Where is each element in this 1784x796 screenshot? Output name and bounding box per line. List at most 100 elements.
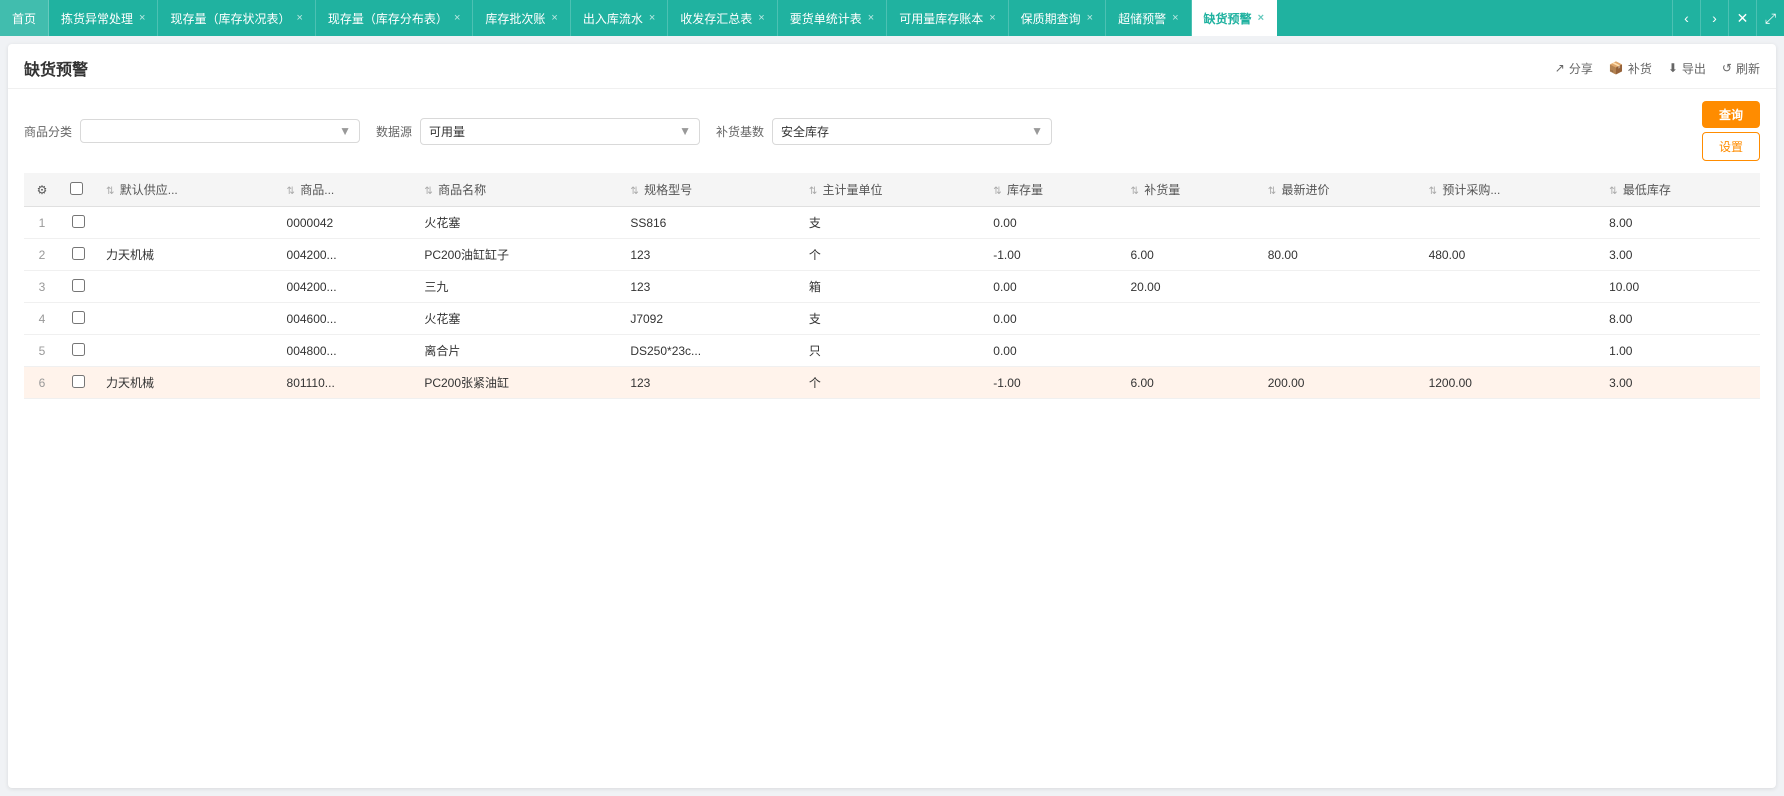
tab-inventory-status[interactable]: 现存量（库存状况表） × xyxy=(158,0,315,36)
tab-shelf-life[interactable]: 保质期查询 × xyxy=(1009,0,1106,36)
tab-overstock[interactable]: 超储预警 × xyxy=(1106,0,1191,36)
row-replenish: 6.00 xyxy=(1121,367,1258,399)
tab-close-shortage[interactable]: × xyxy=(1258,12,1264,24)
col-settings[interactable]: ⚙ xyxy=(24,173,60,207)
row-replenish: 20.00 xyxy=(1121,271,1258,303)
datasource-label: 数据源 xyxy=(376,123,412,140)
tab-shortage[interactable]: 缺货预警 × xyxy=(1192,0,1277,36)
col-estimated-purchase[interactable]: ⇅ 预计采购... xyxy=(1419,173,1600,207)
col-product-code[interactable]: ⇅ 商品... xyxy=(277,173,415,207)
category-label: 商品分类 xyxy=(24,123,72,140)
query-button[interactable]: 查询 xyxy=(1702,101,1760,128)
row-number: 1 xyxy=(24,207,60,239)
row-checkbox[interactable] xyxy=(72,279,85,292)
row-checkbox-cell xyxy=(60,335,96,367)
refresh-icon: ↺ xyxy=(1722,61,1732,75)
row-spec: 123 xyxy=(620,271,798,303)
row-checkbox[interactable] xyxy=(72,247,85,260)
category-filter-group: 商品分类 ▼ xyxy=(24,119,360,143)
sort-stock-icon: ⇅ xyxy=(993,186,1001,197)
row-checkbox[interactable] xyxy=(72,375,85,388)
tab-close-button[interactable]: ✕ xyxy=(1728,0,1756,36)
category-select[interactable]: ▼ xyxy=(80,119,360,143)
col-spec[interactable]: ⇅ 规格型号 xyxy=(620,173,798,207)
col-checkbox xyxy=(60,173,96,207)
tab-inout-flow[interactable]: 出入库流水 × xyxy=(571,0,668,36)
tab-requisition[interactable]: 要货单统计表 × xyxy=(778,0,887,36)
row-product-name: 火花塞 xyxy=(414,207,620,239)
table-row: 4 004600... 火花塞 J7092 支 0.00 8.00 xyxy=(24,303,1760,335)
tab-available-stock[interactable]: 可用量库存账本 × xyxy=(887,0,1008,36)
filter-bar: 商品分类 ▼ 数据源 可用量 ▼ 补货基数 安全库存 ▼ 查询 设置 xyxy=(8,89,1776,173)
tab-picking-exception[interactable]: 拣货异常处理 × xyxy=(49,0,158,36)
tab-close-picking-exception[interactable]: × xyxy=(139,12,145,24)
row-checkbox[interactable] xyxy=(72,311,85,324)
row-stock: 0.00 xyxy=(983,303,1120,335)
replenish-base-label: 补货基数 xyxy=(716,123,764,140)
row-checkbox[interactable] xyxy=(72,215,85,228)
replenish-base-value: 安全库存 xyxy=(781,123,829,140)
row-replenish xyxy=(1121,303,1258,335)
row-checkbox[interactable] xyxy=(72,343,85,356)
row-min-stock: 1.00 xyxy=(1599,335,1760,367)
select-all-checkbox[interactable] xyxy=(70,182,83,195)
row-supplier xyxy=(96,207,277,239)
tab-close-overstock[interactable]: × xyxy=(1172,12,1178,24)
refresh-button[interactable]: ↺ 刷新 xyxy=(1722,60,1760,77)
tab-close-requisition[interactable]: × xyxy=(868,12,874,24)
col-replenish[interactable]: ⇅ 补货量 xyxy=(1121,173,1258,207)
tab-close-shelf-life[interactable]: × xyxy=(1087,12,1093,24)
row-unit: 个 xyxy=(799,367,983,399)
datasource-select[interactable]: 可用量 ▼ xyxy=(420,118,700,145)
row-latest-price: 200.00 xyxy=(1258,367,1419,399)
tab-close-inventory-status[interactable]: × xyxy=(296,12,302,24)
tab-maximize-button[interactable]: ⤢ xyxy=(1756,0,1784,36)
row-supplier xyxy=(96,271,277,303)
col-min-stock[interactable]: ⇅ 最低库存 xyxy=(1599,173,1760,207)
tab-close-summary[interactable]: × xyxy=(758,12,764,24)
col-unit[interactable]: ⇅ 主计量单位 xyxy=(799,173,983,207)
col-stock[interactable]: ⇅ 库存量 xyxy=(983,173,1120,207)
tab-prev-button[interactable]: ‹ xyxy=(1672,0,1700,36)
tab-summary[interactable]: 收发存汇总表 × xyxy=(668,0,777,36)
replenish-button[interactable]: 📦 补货 xyxy=(1609,60,1652,77)
table-container: ⚙ ⇅ 默认供应... ⇅ 商品... ⇅ xyxy=(8,173,1776,415)
table-row: 2 力天机械 004200... PC200油缸缸子 123 个 -1.00 6… xyxy=(24,239,1760,271)
tab-next-button[interactable]: › xyxy=(1700,0,1728,36)
row-unit: 个 xyxy=(799,239,983,271)
data-table: ⚙ ⇅ 默认供应... ⇅ 商品... ⇅ xyxy=(24,173,1760,399)
share-button[interactable]: ↗ 分享 xyxy=(1555,60,1593,77)
row-stock: 0.00 xyxy=(983,335,1120,367)
col-latest-price[interactable]: ⇅ 最新进价 xyxy=(1258,173,1419,207)
row-estimated-purchase xyxy=(1419,303,1600,335)
row-product-code: 0000042 xyxy=(277,207,415,239)
tab-close-available-stock[interactable]: × xyxy=(989,12,995,24)
sort-supplier-icon: ⇅ xyxy=(106,186,114,197)
table-body: 1 0000042 火花塞 SS816 支 0.00 8.00 2 力天机械 0… xyxy=(24,207,1760,399)
tab-close-batch-account[interactable]: × xyxy=(551,12,557,24)
row-product-code: 004200... xyxy=(277,271,415,303)
settings-button[interactable]: 设置 xyxy=(1702,132,1760,161)
sort-min-stock-icon: ⇅ xyxy=(1609,186,1617,197)
sort-latest-price-icon: ⇅ xyxy=(1268,186,1276,197)
replenish-icon: 📦 xyxy=(1609,61,1624,75)
row-checkbox-cell xyxy=(60,367,96,399)
export-button[interactable]: ⬇ 导出 xyxy=(1668,60,1706,77)
tab-home[interactable]: 首页 xyxy=(0,0,49,36)
tab-close-inout-flow[interactable]: × xyxy=(649,12,655,24)
row-replenish: 6.00 xyxy=(1121,239,1258,271)
tab-batch-account[interactable]: 库存批次账 × xyxy=(473,0,570,36)
col-supplier[interactable]: ⇅ 默认供应... xyxy=(96,173,277,207)
table-row: 1 0000042 火花塞 SS816 支 0.00 8.00 xyxy=(24,207,1760,239)
tab-inventory-distribution[interactable]: 现存量（库存分布表） × xyxy=(316,0,473,36)
row-unit: 支 xyxy=(799,303,983,335)
replenish-base-select[interactable]: 安全库存 ▼ xyxy=(772,118,1052,145)
replenish-base-dropdown-icon: ▼ xyxy=(1031,124,1043,138)
row-stock: 0.00 xyxy=(983,271,1120,303)
tab-close-inventory-distribution[interactable]: × xyxy=(454,12,460,24)
row-number: 4 xyxy=(24,303,60,335)
col-product-name[interactable]: ⇅ 商品名称 xyxy=(414,173,620,207)
row-product-code: 801110... xyxy=(277,367,415,399)
row-checkbox-cell xyxy=(60,271,96,303)
datasource-dropdown-icon: ▼ xyxy=(679,124,691,138)
